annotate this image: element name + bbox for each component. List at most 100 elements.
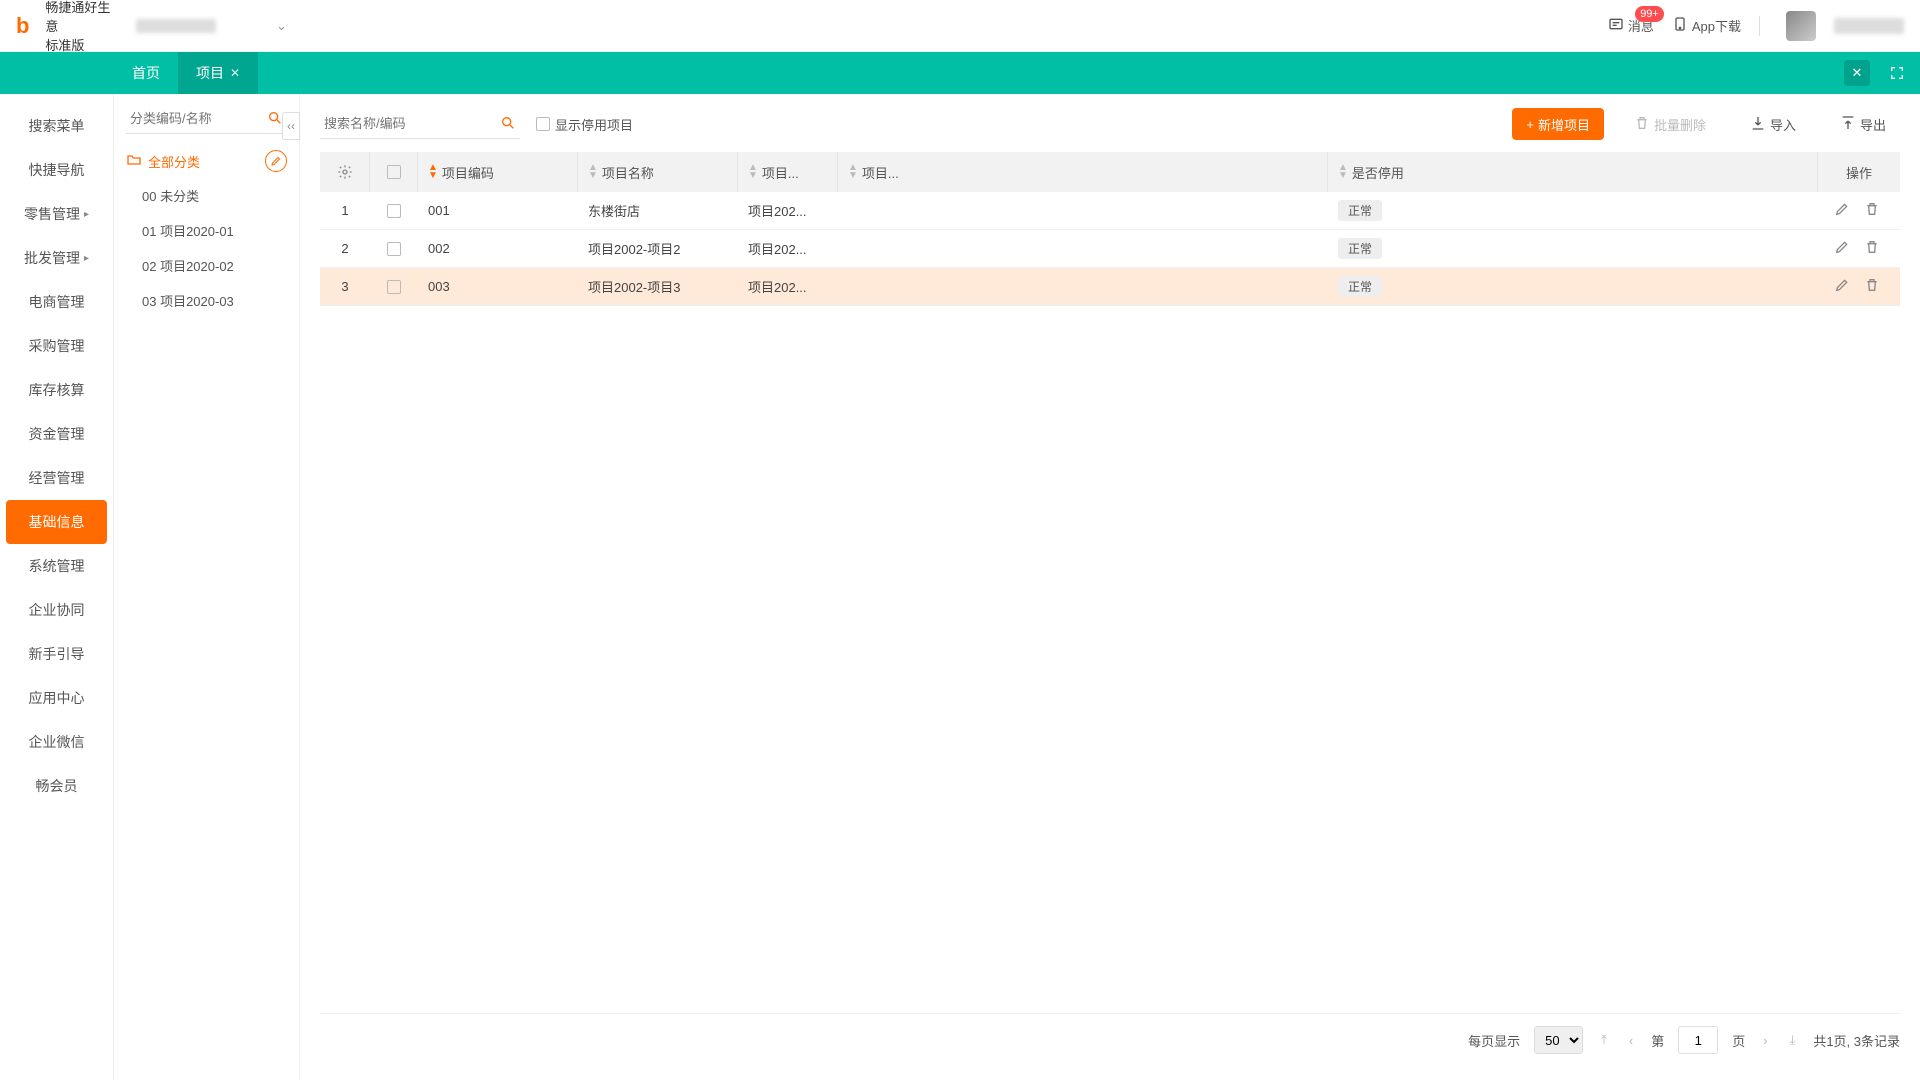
delete-row-button[interactable]: [1864, 201, 1880, 220]
sidebar-item-6[interactable]: 库存核算: [0, 368, 113, 412]
page-prefix: 第: [1651, 1031, 1664, 1050]
col-cat2[interactable]: ▲▼项目...: [838, 152, 1328, 192]
delete-row-button[interactable]: [1864, 277, 1880, 296]
sidebar-item-12[interactable]: 新手引导: [0, 632, 113, 676]
sidebar-item-label: 经营管理: [29, 468, 85, 488]
sidebar-item-0[interactable]: 搜索菜单: [0, 104, 113, 148]
download-icon: [1672, 16, 1688, 35]
sidebar-item-5[interactable]: 采购管理: [0, 324, 113, 368]
prev-page-button[interactable]: ‹: [1625, 1033, 1637, 1048]
delete-row-button[interactable]: [1864, 239, 1880, 258]
gear-icon: [337, 164, 353, 180]
next-page-button[interactable]: ›: [1759, 1033, 1771, 1048]
sidebar-item-label: 采购管理: [29, 336, 85, 356]
search-input[interactable]: [320, 109, 520, 139]
show-disabled-label: 显示停用项目: [555, 115, 633, 134]
col-ops: 操作: [1818, 152, 1900, 192]
divider: [1759, 16, 1760, 36]
sidebar-item-label: 企业微信: [29, 732, 85, 752]
edit-row-button[interactable]: [1834, 277, 1850, 296]
first-page-button[interactable]: ⤒: [1597, 1032, 1611, 1048]
tab-project[interactable]: 项目 ✕: [178, 52, 258, 94]
sidebar-item-2[interactable]: 零售管理▸: [0, 192, 113, 236]
sidebar-item-15[interactable]: 畅会员: [0, 764, 113, 808]
sidebar-item-7[interactable]: 资金管理: [0, 412, 113, 456]
table-row[interactable]: 2002项目2002-项目2项目202...正常: [320, 230, 1900, 268]
col-code[interactable]: ▲▼项目编码: [418, 152, 578, 192]
collapse-tree-button[interactable]: ‹‹: [282, 112, 300, 140]
topbar: b 畅捷通好生意 标准版 ⌄ 消息 99+ App下载: [0, 0, 1920, 52]
table-header: ▲▼项目编码 ▲▼项目名称 ▲▼项目... ▲▼项目... ▲▼是否停用 操作: [320, 152, 1900, 192]
sidebar-item-1[interactable]: 快捷导航: [0, 148, 113, 192]
tree-search: [126, 104, 287, 134]
per-page-select[interactable]: 50: [1534, 1026, 1583, 1054]
row-checkbox[interactable]: [370, 230, 418, 267]
sidebar-item-14[interactable]: 企业微信: [0, 720, 113, 764]
category-tree-panel: 全部分类 00 未分类01 项目2020-0102 项目2020-0203 项目…: [114, 94, 300, 1080]
sidebar-item-11[interactable]: 企业协同: [0, 588, 113, 632]
close-icon[interactable]: ✕: [230, 66, 240, 80]
page-input[interactable]: [1678, 1026, 1718, 1054]
tree-root[interactable]: 全部分类: [114, 144, 299, 178]
row-checkbox[interactable]: [370, 192, 418, 229]
show-disabled-checkbox[interactable]: 显示停用项目: [536, 115, 633, 134]
org-selector[interactable]: ⌄: [136, 18, 287, 34]
messages-button[interactable]: 消息 99+: [1608, 16, 1654, 35]
folder-icon: [126, 152, 142, 171]
tab-close-all-button[interactable]: ✕: [1844, 60, 1870, 86]
table-row[interactable]: 1001东楼街店项目202...正常: [320, 192, 1900, 230]
tree-item-3[interactable]: 03 项目2020-03: [114, 283, 299, 318]
caret-icon: ▸: [84, 209, 89, 220]
sidebar-item-3[interactable]: 批发管理▸: [0, 236, 113, 280]
sidebar-item-label: 畅会员: [36, 776, 78, 796]
tab-home[interactable]: 首页: [114, 52, 178, 94]
tree-item-2[interactable]: 02 项目2020-02: [114, 248, 299, 283]
cell-name: 项目2002-项目3: [578, 268, 738, 305]
top-actions: 消息 99+ App下载: [1608, 11, 1904, 41]
sidebar-item-10[interactable]: 系统管理: [0, 544, 113, 588]
pencil-icon: [1834, 239, 1850, 255]
sidebar-item-13[interactable]: 应用中心: [0, 676, 113, 720]
sidebar-item-9[interactable]: 基础信息: [6, 500, 107, 544]
sidebar-item-label: 电商管理: [29, 292, 85, 312]
app-download-button[interactable]: App下载: [1672, 16, 1741, 35]
sidebar-item-label: 搜索菜单: [29, 116, 85, 136]
sidebar: 搜索菜单快捷导航零售管理▸批发管理▸ 电商管理采购管理库存核算资金管理经营管理基础…: [0, 94, 114, 1080]
column-settings[interactable]: [320, 152, 370, 192]
select-all-checkbox[interactable]: [370, 152, 418, 192]
edit-row-button[interactable]: [1834, 201, 1850, 220]
export-button[interactable]: 导出: [1826, 108, 1900, 140]
import-icon: [1750, 115, 1766, 134]
caret-icon: ▸: [84, 253, 89, 264]
import-button[interactable]: 导入: [1736, 108, 1810, 140]
add-project-button[interactable]: + 新增项目: [1512, 108, 1604, 140]
col-cat[interactable]: ▲▼项目...: [738, 152, 838, 192]
edit-category-button[interactable]: [265, 150, 287, 172]
search-icon[interactable]: [500, 115, 516, 134]
pager-summary: 共1页, 3条记录: [1813, 1031, 1900, 1050]
avatar[interactable]: [1786, 11, 1816, 41]
tab-project-label: 项目: [196, 63, 224, 83]
message-icon: [1608, 16, 1624, 35]
trash-icon: [1864, 239, 1880, 255]
sidebar-item-label: 企业协同: [29, 600, 85, 620]
trash-icon: [1634, 115, 1650, 134]
search-icon[interactable]: [267, 110, 283, 129]
pagination: 每页显示 50 ⤒ ‹ 第 页 › ⤓ 共1页, 3条记录: [320, 1013, 1900, 1066]
per-page-label: 每页显示: [1468, 1031, 1520, 1050]
search-box: [320, 109, 520, 139]
col-name[interactable]: ▲▼项目名称: [578, 152, 738, 192]
batch-delete-button[interactable]: 批量删除: [1620, 108, 1720, 140]
last-page-button[interactable]: ⤓: [1786, 1032, 1800, 1048]
tree-item-0[interactable]: 00 未分类: [114, 178, 299, 213]
row-checkbox[interactable]: [370, 268, 418, 305]
table-row[interactable]: 3003项目2002-项目3项目202...正常: [320, 268, 1900, 306]
col-status[interactable]: ▲▼是否停用: [1328, 152, 1818, 192]
fullscreen-button[interactable]: [1884, 60, 1910, 86]
sidebar-item-label: 应用中心: [29, 688, 85, 708]
sidebar-item-4[interactable]: 电商管理: [0, 280, 113, 324]
tree-item-1[interactable]: 01 项目2020-01: [114, 213, 299, 248]
sidebar-item-8[interactable]: 经营管理: [0, 456, 113, 500]
tree-search-input[interactable]: [126, 104, 287, 134]
edit-row-button[interactable]: [1834, 239, 1850, 258]
